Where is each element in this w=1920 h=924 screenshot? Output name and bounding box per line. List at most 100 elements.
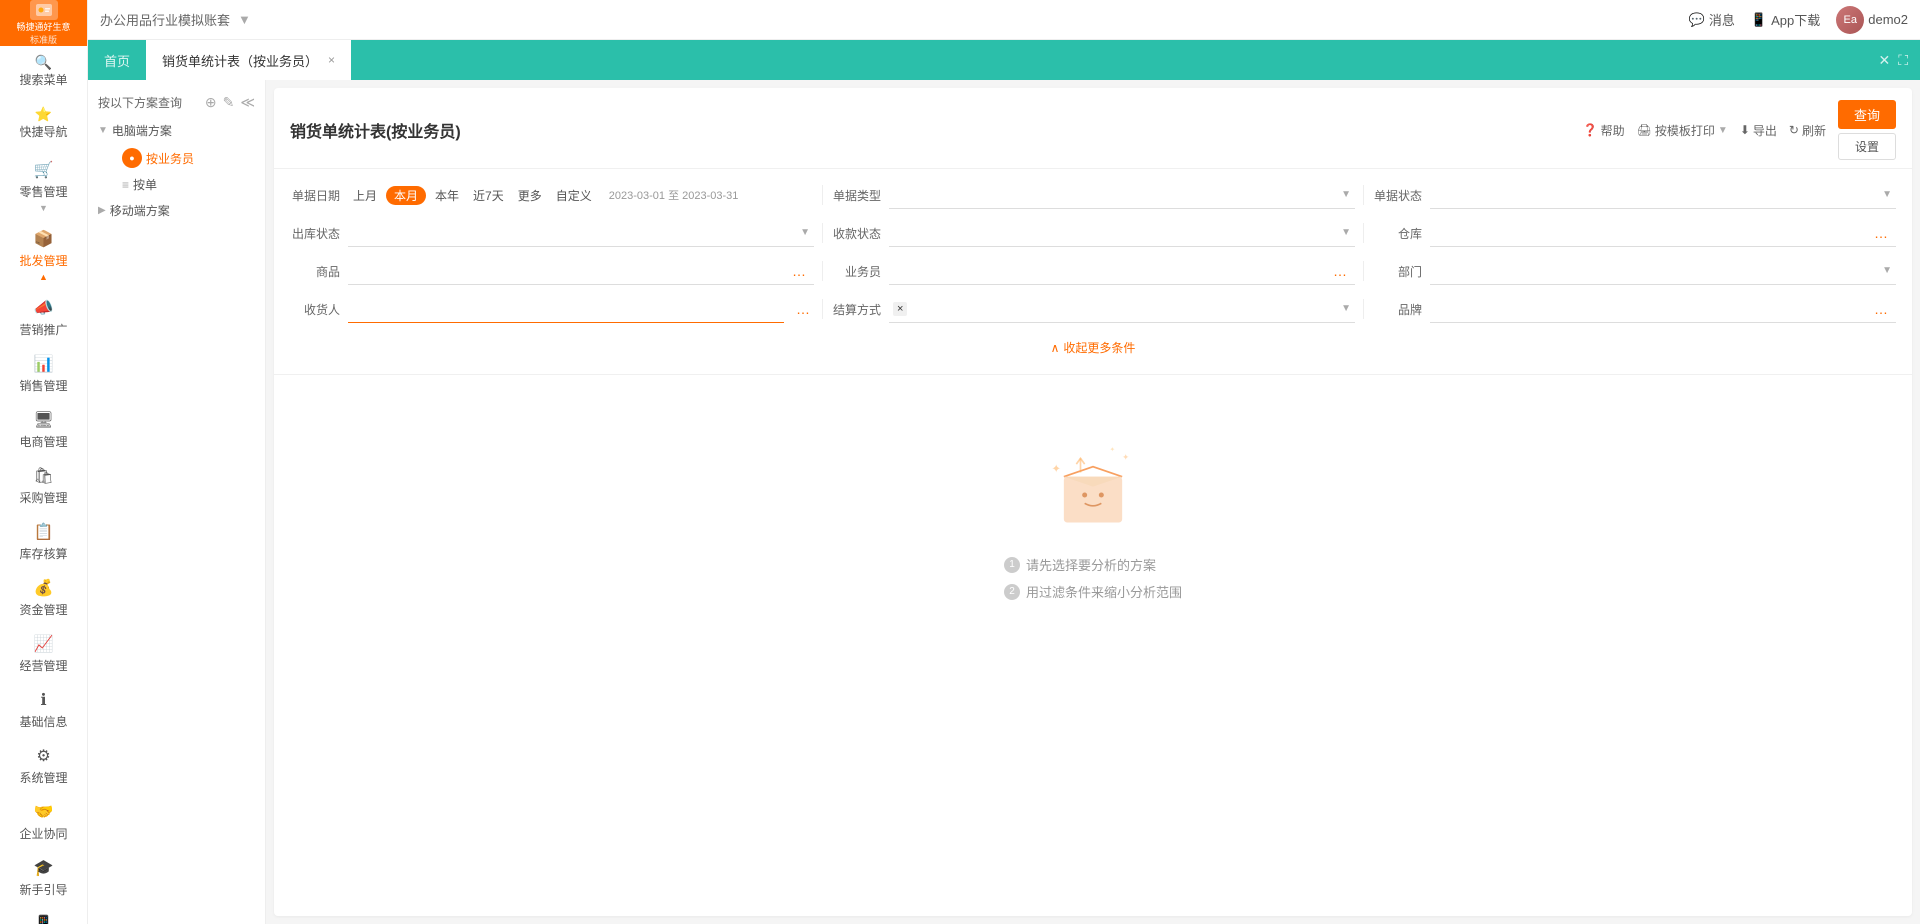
filter-field-consignee: 收货人 …: [290, 295, 814, 323]
sidebar-item-retail[interactable]: 🛒 零售管理 ▼: [0, 150, 87, 219]
filter-row-2: 出库状态 ▼ 收款状态 ▼: [290, 219, 1896, 247]
filter-field-collection-status: 收款状态 ▼: [831, 219, 1355, 247]
collapse-label: 收起更多条件: [1063, 339, 1135, 356]
sales-label: 销售管理: [19, 377, 67, 394]
doc-status-chevron-icon: ▼: [1882, 189, 1892, 200]
desktop-arrow-icon: ▼: [98, 125, 108, 136]
date-last-month[interactable]: 上月: [348, 186, 382, 205]
sidebar-item-sales[interactable]: 📊 销售管理: [0, 344, 87, 400]
filter-field-out-status: 出库状态 ▼: [290, 219, 814, 247]
message-button[interactable]: 💬 消息: [1689, 10, 1735, 29]
collapse-icon: ∧: [1051, 341, 1060, 355]
user-menu-button[interactable]: Ea demo2: [1836, 6, 1908, 34]
export-button[interactable]: ⬇ 导出: [1740, 122, 1777, 139]
sidebar-item-newbie[interactable]: 🎓 新手引导: [0, 848, 87, 904]
date-shortcuts: 上月 本月 本年 近7天 更多 自定义: [348, 186, 597, 205]
tabbar: 首页 销货单统计表（按业务员） × ✕ ⛶: [88, 40, 1920, 80]
tab-home-label: 首页: [104, 51, 130, 70]
doc-status-select[interactable]: ▼: [1430, 181, 1896, 209]
sidebar-item-ecommerce[interactable]: 🖥 电商管理: [0, 400, 87, 456]
doc-type-chevron-icon: ▼: [1341, 189, 1351, 200]
sidebar-item-basic[interactable]: ℹ 基础信息: [0, 680, 87, 736]
shortcut-nav-label: 快捷导航: [19, 125, 67, 139]
salesperson-select[interactable]: …: [889, 257, 1355, 285]
print-label: 按模板打印: [1655, 122, 1715, 139]
tip-1-num: 1: [1004, 557, 1020, 573]
tree-section-desktop[interactable]: ▼ 电脑端方案: [88, 117, 265, 144]
tree-section-mobile[interactable]: ▶ 移动端方案: [88, 197, 265, 224]
collection-status-select[interactable]: ▼: [889, 219, 1355, 247]
refresh-button[interactable]: ↻ 刷新: [1789, 122, 1826, 139]
sidebar-item-purchase[interactable]: 🛍 采购管理: [0, 456, 87, 512]
wholesale-arrow: ▲: [39, 272, 48, 282]
date-more[interactable]: 更多: [513, 186, 547, 205]
retail-label: 零售管理: [19, 183, 67, 200]
sidebar-logo: 畅捷通好生意 标准版: [0, 0, 88, 46]
collection-status-label: 收款状态: [831, 225, 881, 242]
tab-expand-icon[interactable]: ⛶: [1898, 52, 1908, 69]
sidebar-item-finance[interactable]: 💰 资金管理: [0, 568, 87, 624]
retail-icon: 🛒: [34, 160, 54, 180]
print-button[interactable]: 🖨 按模板打印 ▼: [1637, 122, 1728, 139]
sidebar-item-wholesale[interactable]: 📦 批发管理 ▲: [0, 219, 87, 288]
settlement-tag-x-button[interactable]: ×: [897, 303, 903, 315]
filter-row-3: 商品 … 业务员 … 部门: [290, 257, 1896, 285]
warehouse-dots[interactable]: …: [1870, 225, 1892, 241]
consignee-dots[interactable]: …: [792, 301, 814, 317]
consignee-input[interactable]: [348, 295, 784, 323]
desktop-section-label: 电脑端方案: [112, 122, 172, 139]
collapse-bar[interactable]: ∧ 收起更多条件: [290, 333, 1896, 362]
purchase-icon: 🛍: [33, 466, 53, 486]
topbar-dropdown-icon[interactable]: ▼: [238, 12, 251, 27]
date-this-month[interactable]: 本月: [386, 186, 426, 205]
apps-icon: 📱: [34, 914, 54, 924]
tree-item-by-salesperson[interactable]: ● 按业务员: [108, 144, 265, 172]
department-chevron-icon: ▼: [1882, 265, 1892, 276]
tip-1-text: 请先选择要分析的方案: [1026, 555, 1156, 574]
date-custom[interactable]: 自定义: [551, 186, 597, 205]
shortcut-nav-button[interactable]: ⭐ 快捷导航: [0, 100, 87, 146]
page-actions: ❓ 帮助 🖨 按模板打印 ▼ ⬇ 导出 ↻ 刷新: [1583, 100, 1896, 160]
help-button[interactable]: ❓ 帮助: [1583, 122, 1625, 139]
tab-close-icon[interactable]: ×: [328, 53, 335, 67]
topbar-left: 办公用品行业模拟账套 ▼: [100, 10, 251, 29]
sidebar-item-system[interactable]: ⚙ 系统管理: [0, 736, 87, 792]
query-button[interactable]: 查询: [1838, 100, 1896, 129]
date-this-year[interactable]: 本年: [430, 186, 464, 205]
filter-field-warehouse: 仓库 …: [1372, 219, 1896, 247]
edit-scheme-icon[interactable]: ✎: [223, 94, 235, 111]
settings-button[interactable]: 设置: [1838, 133, 1896, 160]
doc-type-select[interactable]: ▼: [889, 181, 1355, 209]
tab-sales-report[interactable]: 销货单统计表（按业务员） ×: [146, 40, 351, 80]
out-status-chevron-icon: ▼: [800, 227, 810, 238]
brand-dots[interactable]: …: [1870, 301, 1892, 317]
warehouse-select[interactable]: …: [1430, 219, 1896, 247]
print-dropdown-icon: ▼: [1718, 125, 1728, 136]
tree-item-by-order[interactable]: ≡ 按单: [108, 172, 265, 197]
app-download-button[interactable]: 📱 App下载: [1751, 10, 1820, 29]
sidebar-item-marketing[interactable]: 📣 营销推广: [0, 288, 87, 344]
filter-field-date: 单据日期 上月 本月 本年 近7天 更多 自定义 2023-03-01 至 20…: [290, 186, 814, 205]
sidebar-item-enterprise[interactable]: 🤝 企业协同: [0, 792, 87, 848]
tab-minimize-icon[interactable]: ✕: [1878, 52, 1890, 69]
sidebar-item-inventory[interactable]: 📋 库存核算: [0, 512, 87, 568]
salesperson-dots[interactable]: …: [1329, 263, 1351, 279]
search-menu-button[interactable]: 🔍 搜索菜单: [0, 46, 87, 96]
marketing-icon: 📣: [34, 298, 54, 318]
department-select[interactable]: ▼: [1430, 257, 1896, 285]
basic-icon: ℹ: [40, 690, 46, 710]
topbar-right: 💬 消息 📱 App下载 Ea demo2: [1689, 6, 1908, 34]
settlement-tag: ×: [893, 302, 907, 316]
sidebar-item-operations[interactable]: 📈 经营管理: [0, 624, 87, 680]
goods-select[interactable]: …: [348, 257, 814, 285]
right-panel: 销货单统计表(按业务员) ❓ 帮助 🖨 按模板打印 ▼ ⬇ 导出: [274, 88, 1912, 916]
tab-home[interactable]: 首页: [88, 40, 146, 80]
add-scheme-icon[interactable]: ⊕: [205, 94, 217, 111]
sidebar-item-apps[interactable]: 📱 应用中心: [0, 904, 87, 924]
settlement-select[interactable]: × ▼: [889, 295, 1355, 323]
brand-select[interactable]: …: [1430, 295, 1896, 323]
goods-dots[interactable]: …: [788, 263, 810, 279]
collapse-panel-icon[interactable]: ≪: [240, 94, 255, 111]
out-status-select[interactable]: ▼: [348, 219, 814, 247]
date-last-7-days[interactable]: 近7天: [468, 186, 509, 205]
